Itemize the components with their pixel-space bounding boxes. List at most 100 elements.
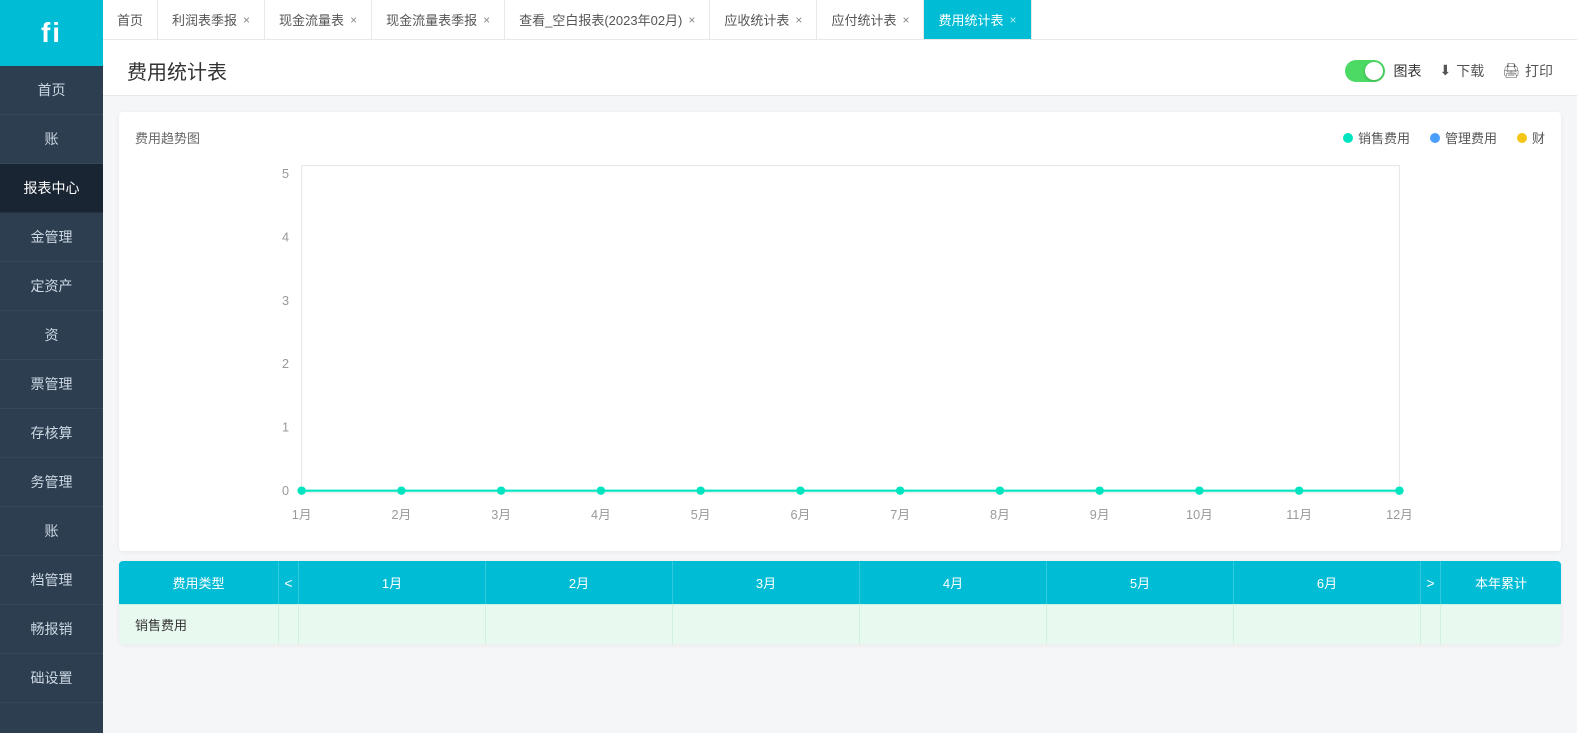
chart-dot-9 <box>1195 486 1203 494</box>
table-row-sales: 销售费用 <box>119 604 1561 644</box>
tab-close-blank-report[interactable]: × <box>688 13 695 27</box>
sidebar-item-settings[interactable]: 础设置 <box>0 654 103 703</box>
chart-dot-8 <box>1095 486 1103 494</box>
sidebar-item-finance[interactable]: 金管理 <box>0 213 103 262</box>
table-section: 费用类型 < 1月 2月 3月 4月 5月 6月 > 本年累计 销售费用 <box>119 561 1561 644</box>
header-actions: 图表 ⬇ 下载 🖨 打印 <box>1345 60 1553 82</box>
print-icon: 🖨 <box>1502 62 1520 79</box>
tab-receivable[interactable]: 应收统计表 × <box>710 0 817 39</box>
tab-home[interactable]: 首页 <box>103 0 158 39</box>
svg-text:1月: 1月 <box>292 508 312 522</box>
tab-close-cashflow[interactable]: × <box>350 13 357 27</box>
tab-close-receivable[interactable]: × <box>795 13 802 27</box>
tab-close-expense-stats[interactable]: × <box>1009 13 1016 27</box>
svg-text:4: 4 <box>282 231 289 245</box>
legend-label-sales: 销售费用 <box>1358 128 1410 147</box>
svg-text:12月: 12月 <box>1386 508 1413 522</box>
th-nav-next[interactable]: > <box>1421 561 1441 604</box>
svg-text:2: 2 <box>282 357 289 371</box>
tab-expense-stats[interactable]: 费用统计表 × <box>924 0 1031 39</box>
td-nav-prev-row <box>279 605 299 644</box>
td-month-2-sales <box>486 605 673 644</box>
chart-dot-0 <box>297 486 305 494</box>
sidebar-item-ledger[interactable]: 账 <box>0 507 103 556</box>
download-icon: ⬇ <box>1439 62 1451 79</box>
svg-text:9月: 9月 <box>1090 508 1110 522</box>
td-month-6-sales <box>1234 605 1421 644</box>
page-header: 费用统计表 图表 ⬇ 下载 🖨 打印 <box>103 40 1577 96</box>
tab-close-payable[interactable]: × <box>902 13 909 27</box>
sidebar-item-account[interactable]: 账 <box>0 115 103 164</box>
svg-text:1: 1 <box>282 421 289 435</box>
legend-dot-finance <box>1517 133 1527 143</box>
svg-text:5月: 5月 <box>691 508 711 522</box>
th-nav-prev[interactable]: < <box>279 561 299 604</box>
main-area: 首页 利润表季报 × 现金流量表 × 现金流量表季报 × 查看_空白报表(202… <box>103 0 1577 733</box>
chart-toggle-wrap: 图表 <box>1345 60 1421 82</box>
td-type-sales: 销售费用 <box>119 605 279 644</box>
sidebar-item-archive[interactable]: 档管理 <box>0 556 103 605</box>
sidebar-item-assets[interactable]: 定资产 <box>0 262 103 311</box>
th-month-1: 1月 <box>299 561 486 604</box>
download-button[interactable]: ⬇ 下载 <box>1439 61 1484 81</box>
tab-profit-quarterly[interactable]: 利润表季报 × <box>158 0 265 39</box>
chart-toggle[interactable] <box>1345 60 1385 82</box>
page-title: 费用统计表 <box>127 56 227 85</box>
td-month-1-sales <box>299 605 486 644</box>
legend-finance: 财 <box>1517 128 1545 147</box>
td-total-sales <box>1441 605 1561 644</box>
chart-dot-4 <box>696 486 704 494</box>
chart-svg: 5 4 3 2 1 0 <box>135 155 1545 535</box>
tab-payable[interactable]: 应付统计表 × <box>817 0 924 39</box>
svg-text:3: 3 <box>282 294 289 308</box>
tab-cashflow-quarterly[interactable]: 现金流量表季报 × <box>372 0 505 39</box>
tab-cashflow[interactable]: 现金流量表 × <box>265 0 372 39</box>
chart-title: 费用趋势图 <box>135 128 200 147</box>
sidebar-item-inventory[interactable]: 存核算 <box>0 409 103 458</box>
td-nav-next-row <box>1421 605 1441 644</box>
svg-text:0: 0 <box>282 484 289 498</box>
chart-toggle-label: 图表 <box>1393 61 1421 81</box>
svg-text:11月: 11月 <box>1286 508 1312 522</box>
svg-text:4月: 4月 <box>591 508 611 522</box>
sidebar-item-home[interactable]: 首页 <box>0 66 103 115</box>
td-month-5-sales <box>1047 605 1234 644</box>
chart-container: 费用趋势图 销售费用 管理费用 财 <box>119 112 1561 551</box>
sidebar-item-expense[interactable]: 畅报销 <box>0 605 103 654</box>
legend-dot-sales <box>1343 133 1353 143</box>
svg-text:3月: 3月 <box>491 508 511 522</box>
th-month-5: 5月 <box>1047 561 1234 604</box>
svg-text:6月: 6月 <box>791 508 811 522</box>
chart-dot-1 <box>397 486 405 494</box>
chart-dot-2 <box>497 486 505 494</box>
table-header: 费用类型 < 1月 2月 3月 4月 5月 6月 > 本年累计 <box>119 561 1561 604</box>
legend-label-admin: 管理费用 <box>1445 128 1497 147</box>
chart-dot-6 <box>896 486 904 494</box>
sidebar-item-reports[interactable]: 报表中心 <box>0 164 103 213</box>
chart-dot-10 <box>1295 486 1303 494</box>
legend-dot-admin <box>1430 133 1440 143</box>
sidebar-item-capital[interactable]: 资 <box>0 311 103 360</box>
content-area: 费用统计表 图表 ⬇ 下载 🖨 打印 费用趋势图 <box>103 40 1577 733</box>
sidebar-logo: fi <box>0 0 103 66</box>
chart-dot-7 <box>996 486 1004 494</box>
sidebar-item-invoice[interactable]: 票管理 <box>0 360 103 409</box>
th-month-2: 2月 <box>486 561 673 604</box>
th-month-3: 3月 <box>673 561 860 604</box>
tab-close-profit-quarterly[interactable]: × <box>243 13 250 27</box>
sidebar: fi 首页 账 报表中心 金管理 定资产 资 票管理 存核算 务管理 账 档管理… <box>0 0 103 733</box>
legend-sales: 销售费用 <box>1343 128 1410 147</box>
td-month-4-sales <box>860 605 1047 644</box>
chart-legend: 销售费用 管理费用 财 <box>1343 128 1545 147</box>
th-type: 费用类型 <box>119 561 279 604</box>
chart-dot-5 <box>796 486 804 494</box>
td-month-3-sales <box>673 605 860 644</box>
legend-admin: 管理费用 <box>1430 128 1497 147</box>
print-button[interactable]: 🖨 打印 <box>1502 61 1553 81</box>
sidebar-item-affairs[interactable]: 务管理 <box>0 458 103 507</box>
chart-dot-3 <box>597 486 605 494</box>
tab-close-cashflow-quarterly[interactable]: × <box>483 13 490 27</box>
tab-blank-report[interactable]: 查看_空白报表(2023年02月) × <box>505 0 710 39</box>
tab-bar: 首页 利润表季报 × 现金流量表 × 现金流量表季报 × 查看_空白报表(202… <box>103 0 1577 40</box>
svg-text:5: 5 <box>282 167 289 181</box>
